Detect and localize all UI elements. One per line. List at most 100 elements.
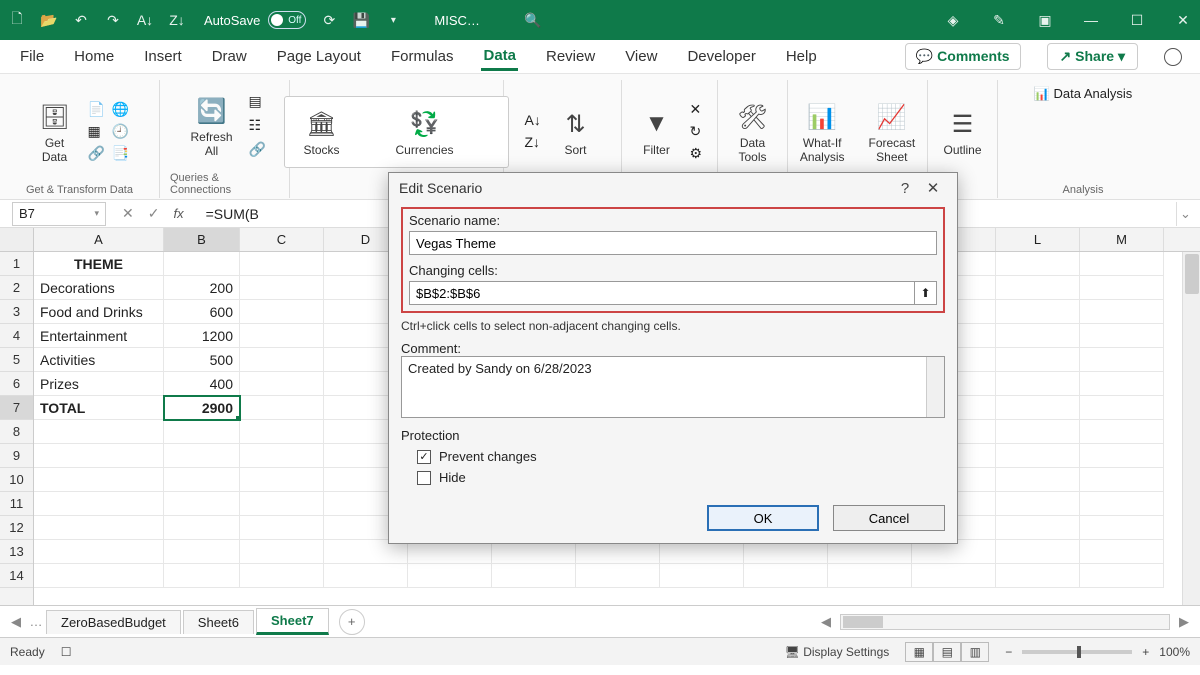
cell[interactable] <box>164 420 240 444</box>
cell[interactable] <box>1080 300 1164 324</box>
clear-icon[interactable]: ✕ <box>690 101 708 119</box>
filter-button[interactable]: ▼Filter <box>632 103 682 161</box>
row-header[interactable]: 12 <box>0 516 33 540</box>
tab-formulas[interactable]: Formulas <box>389 44 456 69</box>
cell[interactable] <box>996 324 1080 348</box>
get-more-icon[interactable]: 📑 <box>112 145 130 163</box>
cell[interactable] <box>240 252 324 276</box>
row-header[interactable]: 11 <box>0 492 33 516</box>
reapply-icon[interactable]: ↻ <box>690 123 708 141</box>
currencies-button[interactable]: 💱Currencies <box>388 103 462 161</box>
col-header[interactable]: B <box>164 228 240 251</box>
cell[interactable] <box>240 564 324 588</box>
tab-review[interactable]: Review <box>544 44 597 69</box>
cell[interactable] <box>996 348 1080 372</box>
row-header[interactable]: 10 <box>0 468 33 492</box>
tab-nav-prev-icon[interactable]: ◀ <box>6 614 26 630</box>
cell[interactable] <box>996 252 1080 276</box>
from-table-icon[interactable]: ▦ <box>88 123 106 141</box>
advanced-icon[interactable]: ⚙ <box>690 145 708 163</box>
tab-home[interactable]: Home <box>72 44 116 69</box>
stocks-button[interactable]: 🏛Stocks <box>295 103 347 161</box>
data-tools-button[interactable]: 🛠Data Tools <box>728 96 778 168</box>
cell[interactable] <box>996 468 1080 492</box>
row-header[interactable]: 3 <box>0 300 33 324</box>
cell[interactable] <box>996 444 1080 468</box>
cell[interactable] <box>240 444 324 468</box>
row-header[interactable]: 13 <box>0 540 33 564</box>
row-header[interactable]: 7 <box>0 396 33 420</box>
cell[interactable] <box>996 300 1080 324</box>
row-header[interactable]: 1 <box>0 252 33 276</box>
cell[interactable] <box>34 444 164 468</box>
window-icon[interactable]: ▣ <box>1036 11 1054 29</box>
tab-help[interactable]: Help <box>784 44 819 69</box>
cell[interactable]: TOTAL <box>34 396 164 420</box>
chevron-down-icon[interactable]: ▾ <box>384 11 402 29</box>
cell[interactable] <box>240 420 324 444</box>
redo-icon[interactable]: ↷ <box>104 11 122 29</box>
account-icon[interactable] <box>1164 48 1182 66</box>
refresh-icon[interactable]: ⟳ <box>320 11 338 29</box>
diamond-icon[interactable]: ◈ <box>944 11 962 29</box>
cell[interactable] <box>240 276 324 300</box>
undo-icon[interactable]: ↶ <box>72 11 90 29</box>
get-data-button[interactable]: 🗄Get Data <box>30 96 80 168</box>
cell[interactable] <box>240 396 324 420</box>
cell[interactable] <box>34 516 164 540</box>
row-header[interactable]: 2 <box>0 276 33 300</box>
cell[interactable] <box>492 564 576 588</box>
from-web-icon[interactable]: 🌐 <box>112 101 130 119</box>
cell[interactable]: THEME <box>34 252 164 276</box>
tab-insert[interactable]: Insert <box>142 44 184 69</box>
hide-checkbox[interactable]: Hide <box>417 470 945 485</box>
scenario-name-input[interactable] <box>409 231 937 255</box>
cell[interactable] <box>996 420 1080 444</box>
search-icon[interactable]: 🔍 <box>524 11 542 29</box>
cell[interactable] <box>996 492 1080 516</box>
col-header[interactable]: A <box>34 228 164 251</box>
cell[interactable] <box>996 540 1080 564</box>
cell[interactable] <box>240 540 324 564</box>
row-header[interactable]: 6 <box>0 372 33 396</box>
close-icon[interactable]: ✕ <box>1174 11 1192 29</box>
prevent-changes-checkbox[interactable]: ✓Prevent changes <box>417 449 945 464</box>
zoom-out-button[interactable]: − <box>1005 645 1012 659</box>
cell[interactable]: 500 <box>164 348 240 372</box>
tab-view[interactable]: View <box>623 44 659 69</box>
col-header[interactable]: L <box>996 228 1080 251</box>
view-page-break-icon[interactable]: ▥ <box>961 642 989 662</box>
cell[interactable] <box>744 564 828 588</box>
hscroll-right-icon[interactable]: ▶ <box>1174 614 1194 630</box>
cell[interactable] <box>996 564 1080 588</box>
cell[interactable] <box>996 276 1080 300</box>
sort-asc-icon[interactable]: A↓ <box>136 11 154 29</box>
zoom-in-button[interactable]: + <box>1142 645 1149 659</box>
cell[interactable]: Prizes <box>34 372 164 396</box>
links-icon[interactable]: 🔗 <box>249 141 267 159</box>
tab-ellipsis[interactable]: … <box>26 614 46 629</box>
zoom-level[interactable]: 100% <box>1159 645 1190 659</box>
cell[interactable] <box>164 564 240 588</box>
cell[interactable] <box>164 540 240 564</box>
outline-button[interactable]: ☰Outline <box>935 103 989 161</box>
cell[interactable] <box>34 564 164 588</box>
range-picker-icon[interactable]: ⬆ <box>914 282 936 304</box>
col-header[interactable]: C <box>240 228 324 251</box>
cell[interactable]: 600 <box>164 300 240 324</box>
cell[interactable]: 200 <box>164 276 240 300</box>
cell[interactable] <box>996 516 1080 540</box>
display-settings-button[interactable]: 🖥 Display Settings <box>785 645 890 659</box>
cell[interactable] <box>1080 444 1164 468</box>
cell[interactable] <box>34 468 164 492</box>
cell[interactable] <box>408 564 492 588</box>
cell[interactable] <box>240 348 324 372</box>
cell[interactable] <box>240 324 324 348</box>
cell[interactable] <box>1080 252 1164 276</box>
from-text-icon[interactable]: 📄 <box>88 101 106 119</box>
name-box[interactable]: B7▾ <box>12 202 106 226</box>
cell[interactable] <box>1080 324 1164 348</box>
properties-icon[interactable]: ☷ <box>249 117 267 135</box>
cell[interactable] <box>240 300 324 324</box>
fx-icon[interactable]: fx <box>173 206 183 221</box>
